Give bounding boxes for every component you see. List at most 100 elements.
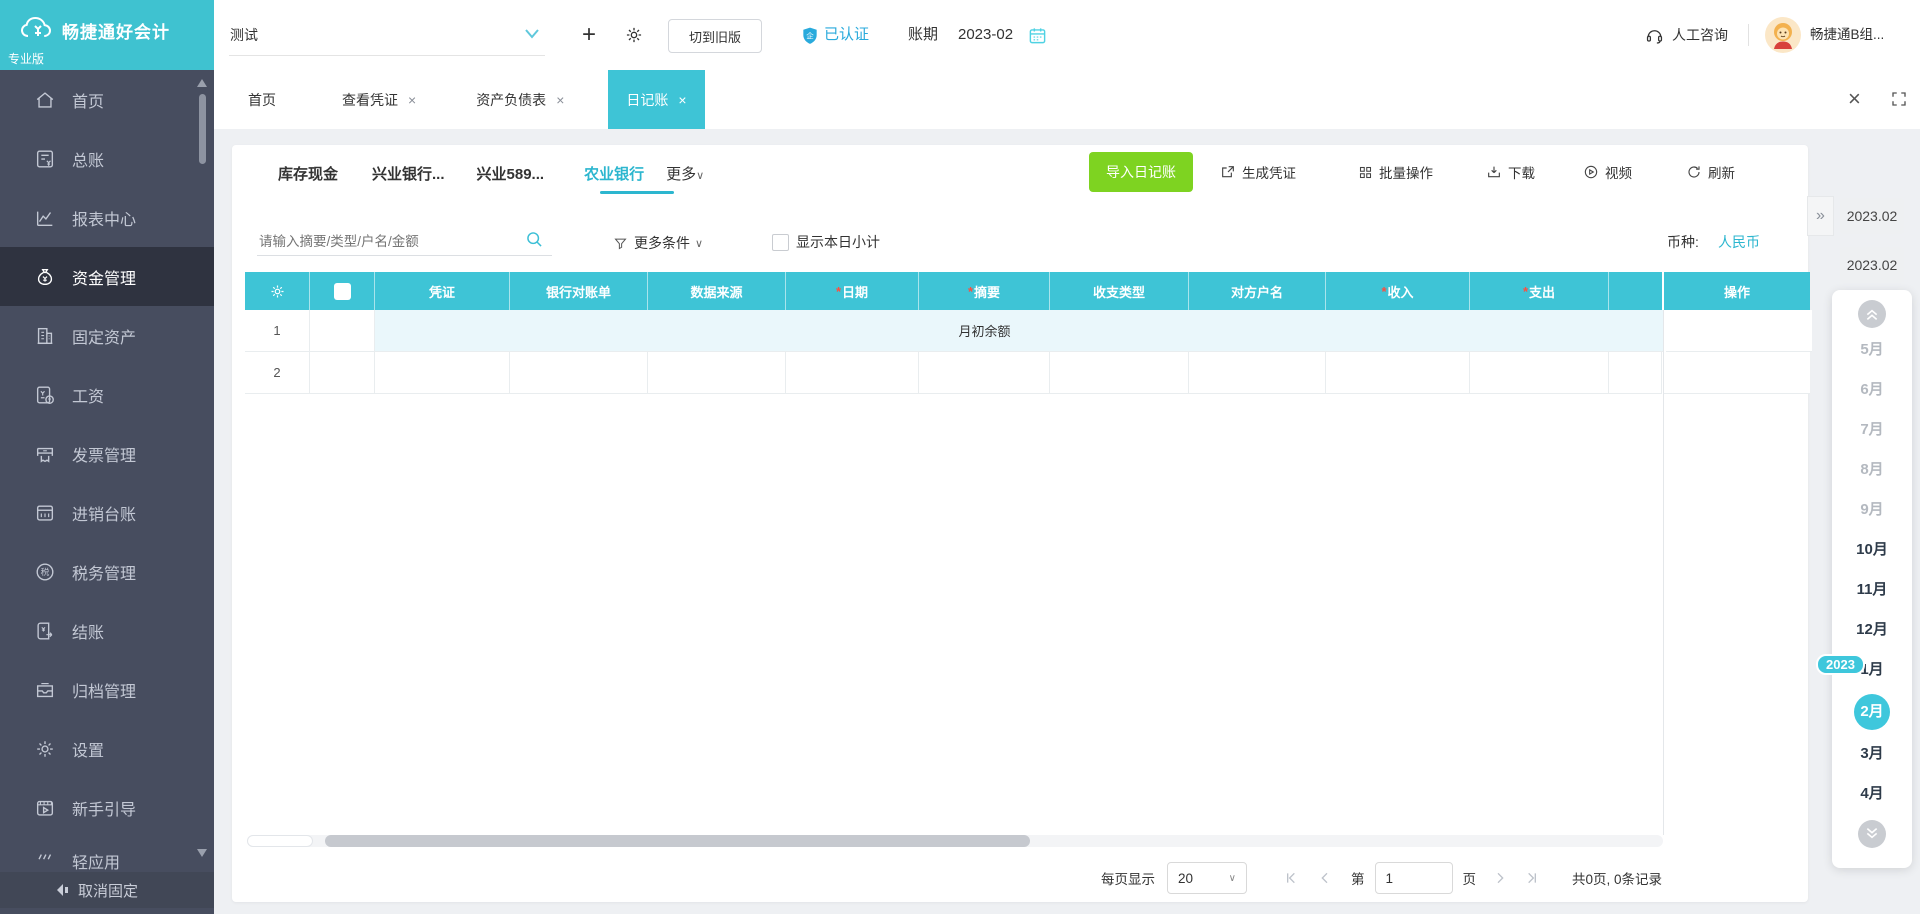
col-date[interactable]: * 日期 (786, 272, 919, 310)
subtab-abc-bank[interactable]: 农业银行 (584, 163, 644, 184)
period-chip[interactable]: 2023.02 (1840, 247, 1904, 283)
month-september[interactable]: 9月 (1832, 490, 1912, 530)
sidebar-item-general-ledger[interactable]: 总账 (0, 129, 214, 188)
col-summary[interactable]: * 摘要 (919, 272, 1050, 310)
collapse-panel-button[interactable]: » (1807, 196, 1834, 236)
tab-view-voucher[interactable]: 查看凭证 × (324, 70, 434, 129)
month-august[interactable]: 8月 (1832, 450, 1912, 490)
col-action[interactable]: 操作 (1664, 272, 1810, 310)
more-filters-button[interactable]: 更多条件 ∨ (613, 233, 703, 253)
col-bank-statement[interactable]: 银行对账单 (510, 272, 648, 310)
page-number-input[interactable] (1374, 862, 1453, 894)
cell-income[interactable] (1326, 352, 1470, 394)
sidebar-item-beginner-guide[interactable]: 新手引导 (0, 778, 214, 837)
sidebar-item-invoice-management[interactable]: 发票管理 (0, 424, 214, 483)
cell-bank-statement[interactable] (510, 352, 648, 394)
col-income-expense-type[interactable]: 收支类型 (1050, 272, 1189, 310)
horizontal-scrollbar-thumb[interactable] (325, 835, 1030, 847)
cell-expense[interactable] (1470, 352, 1609, 394)
search-input[interactable] (257, 227, 526, 255)
company-selector[interactable]: 测试 (230, 0, 258, 70)
sidebar-scroll-down-arrow[interactable] (196, 848, 208, 858)
cell-income-expense-type[interactable] (1050, 352, 1189, 394)
col-voucher[interactable]: 凭证 (375, 272, 510, 310)
tab-close-icon[interactable]: × (556, 92, 564, 108)
month-february-selected[interactable]: 2月 (1832, 690, 1912, 734)
first-page-button[interactable] (1283, 870, 1299, 886)
currency-value[interactable]: 人民币 (1718, 232, 1760, 252)
cell-data-source[interactable] (648, 352, 786, 394)
row-checkbox-cell[interactable] (310, 352, 375, 394)
sidebar-scroll-up-arrow[interactable] (196, 78, 208, 88)
username[interactable]: 畅捷通B组... (1810, 0, 1884, 70)
last-page-button[interactable] (1524, 870, 1540, 886)
period-chip[interactable]: 2023.02 (1840, 198, 1904, 234)
subtab-cash[interactable]: 库存现金 (278, 163, 338, 184)
month-may[interactable]: 5月 (1832, 330, 1912, 370)
close-all-tabs-icon[interactable]: × (1848, 88, 1861, 110)
sidebar-item-closing[interactable]: 结账 (0, 601, 214, 660)
cell-summary[interactable] (919, 352, 1050, 394)
sidebar-item-fixed-assets[interactable]: 固定资产 (0, 306, 214, 365)
column-settings-gear-icon[interactable] (245, 272, 310, 310)
batch-operations-button[interactable]: 批量操作 (1358, 162, 1433, 182)
sidebar-item-home[interactable]: 首页 (0, 70, 214, 129)
per-page-select[interactable]: 20 ∨ (1167, 862, 1247, 894)
cell-counterparty[interactable] (1189, 352, 1326, 394)
table-row[interactable]: 1 月初余额 (245, 310, 1812, 352)
tab-close-icon[interactable]: × (678, 92, 686, 108)
tab-close-icon[interactable]: × (408, 92, 416, 108)
next-page-button[interactable] (1492, 870, 1508, 886)
month-october[interactable]: 10月 (1832, 530, 1912, 570)
refresh-button[interactable]: 刷新 (1686, 162, 1735, 182)
import-journal-button[interactable]: 导入日记账 (1089, 152, 1193, 192)
subtab-more[interactable]: 更多∨ (666, 163, 704, 184)
col-counterparty[interactable]: 对方户名 (1189, 272, 1326, 310)
sidebar-item-funds-management[interactable]: 资金管理 (0, 247, 214, 306)
months-scroll-down-button[interactable] (1858, 820, 1886, 848)
topbar-gear-icon[interactable] (624, 25, 644, 45)
generate-voucher-button[interactable]: 生成凭证 (1220, 162, 1296, 182)
months-scroll-up-button[interactable] (1858, 300, 1886, 328)
col-income[interactable]: * 收入 (1326, 272, 1470, 310)
sidebar-item-settings[interactable]: 设置 (0, 719, 214, 778)
cell-date[interactable] (786, 352, 919, 394)
user-avatar[interactable] (1764, 16, 1802, 54)
tab-balance-sheet[interactable]: 资产负债表 × (458, 70, 582, 129)
video-button[interactable]: 视频 (1583, 162, 1632, 182)
month-march[interactable]: 3月 (1832, 734, 1912, 774)
month-july[interactable]: 7月 (1832, 410, 1912, 450)
prev-page-button[interactable] (1317, 870, 1333, 886)
select-all-checkbox[interactable] (333, 282, 351, 300)
month-november[interactable]: 11月 (1832, 570, 1912, 610)
month-december[interactable]: 12月 (1832, 610, 1912, 650)
switch-old-version-button[interactable]: 切到旧版 (668, 19, 762, 53)
download-button[interactable]: 下载 (1486, 162, 1535, 182)
cell-voucher[interactable] (375, 352, 510, 394)
add-account-button[interactable]: + (582, 21, 596, 49)
sidebar-item-archive-management[interactable]: 归档管理 (0, 660, 214, 719)
subtab-cib-bank[interactable]: 兴业银行... (372, 163, 445, 184)
support-link[interactable]: 人工咨询 (1672, 0, 1728, 70)
fullscreen-icon[interactable] (1890, 90, 1908, 108)
subtab-cib-589[interactable]: 兴业589... (477, 163, 545, 184)
sidebar-item-tax-management[interactable]: 税 税务管理 (0, 542, 214, 601)
month-april[interactable]: 4月 (1832, 774, 1912, 814)
table-row[interactable]: 2 (245, 352, 1810, 394)
sidebar-item-light-app[interactable]: 轻应用 (0, 831, 214, 870)
show-daily-checkbox[interactable] (772, 234, 789, 251)
tab-home[interactable]: 首页 (230, 70, 294, 129)
month-june[interactable]: 6月 (1832, 370, 1912, 410)
search-icon[interactable] (524, 229, 545, 250)
row-checkbox-cell[interactable] (310, 310, 375, 352)
period-calendar-icon[interactable] (1028, 26, 1047, 45)
sidebar-scrollbar-thumb[interactable] (199, 94, 206, 164)
certified-badge[interactable]: 已认证 (824, 0, 869, 70)
company-chevron-down-icon[interactable] (523, 27, 541, 41)
col-data-source[interactable]: 数据来源 (648, 272, 786, 310)
sidebar-unpin-button[interactable]: 取消固定 (0, 872, 214, 908)
sidebar-item-report-center[interactable]: 报表中心 (0, 188, 214, 247)
sidebar-item-purchase-sales-ledger[interactable]: 进销台账 (0, 483, 214, 542)
col-expense[interactable]: 支出 * (1470, 272, 1609, 310)
tab-journal[interactable]: 日记账 × (608, 70, 705, 129)
